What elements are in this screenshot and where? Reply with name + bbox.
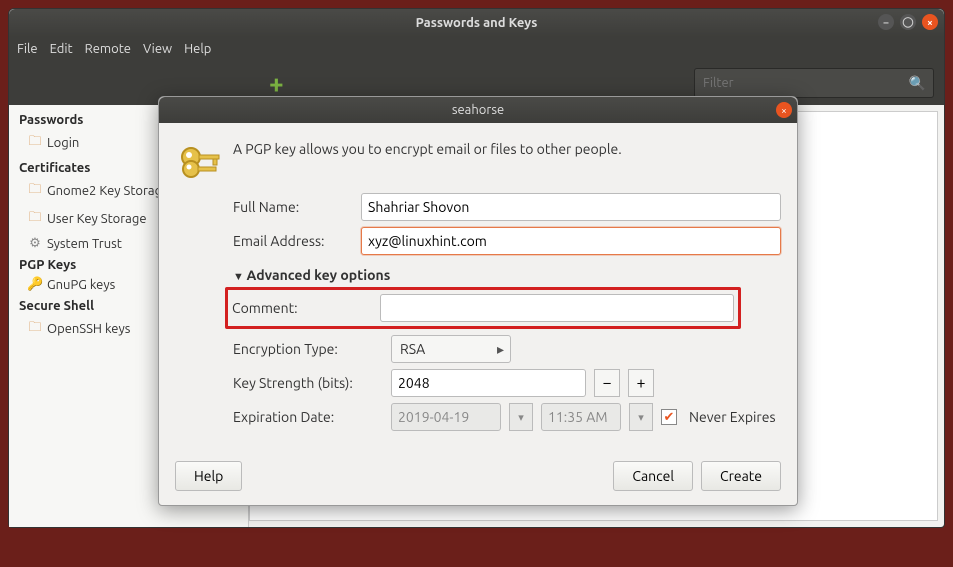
menu-help[interactable]: Help (184, 42, 211, 56)
expiration-label: Expiration Date: (233, 409, 383, 425)
full-name-label: Full Name: (233, 199, 353, 215)
never-expires-label: Never Expires (689, 409, 776, 425)
intro-row: A PGP key allows you to encrypt email or… (175, 137, 781, 185)
comment-highlight: Comment: (225, 287, 741, 329)
strength-decrement-button[interactable]: − (594, 369, 620, 397)
folder-icon: 🗀 (27, 180, 43, 202)
email-input[interactable] (361, 227, 781, 255)
help-button[interactable]: Help (175, 461, 242, 491)
encryption-type-select[interactable]: RSA (391, 335, 511, 363)
menu-view[interactable]: View (143, 42, 172, 56)
menu-file[interactable]: File (17, 42, 38, 56)
dialog-titlebar: seahorse × (159, 97, 797, 123)
folder-icon: 🗀 (27, 318, 43, 340)
advanced-section: Comment: Encryption Type: RSA Key Streng… (175, 287, 781, 431)
time-dropdown-button: ▾ (629, 403, 653, 431)
email-label: Email Address: (233, 233, 353, 249)
full-name-input[interactable] (361, 193, 781, 221)
cancel-button[interactable]: Cancel (613, 461, 693, 491)
dialog-actions: Help Cancel Create (159, 451, 797, 505)
comment-row: Comment: (232, 294, 734, 322)
never-expires-checkbox[interactable]: ✔ (661, 409, 677, 425)
close-button[interactable]: × (922, 14, 938, 30)
expiration-time-input (541, 403, 621, 431)
menu-edit[interactable]: Edit (50, 42, 73, 56)
maximize-button[interactable]: ◯ (900, 14, 916, 30)
menubar: File Edit Remote View Help (9, 37, 944, 61)
email-row: Email Address: (233, 227, 781, 255)
add-icon[interactable]: + (269, 69, 284, 98)
create-button[interactable]: Create (701, 461, 781, 491)
comment-label: Comment: (232, 300, 372, 316)
window-controls: – ◯ × (878, 14, 938, 30)
comment-input[interactable] (380, 294, 734, 322)
dialog-body: A PGP key allows you to encrypt email or… (159, 123, 797, 451)
folder-icon: 🗀 (27, 208, 43, 230)
main-titlebar: Passwords and Keys – ◯ × (9, 9, 944, 37)
dialog-title: seahorse (452, 103, 504, 117)
expiration-date-input (391, 403, 501, 431)
folder-icon: 🗀 (27, 132, 43, 154)
strength-increment-button[interactable]: + (628, 369, 654, 397)
key-strength-row: Key Strength (bits): − + (233, 369, 781, 397)
gear-icon: ⚙ (27, 236, 43, 251)
menu-remote[interactable]: Remote (85, 42, 131, 56)
expiration-row: Expiration Date: ▾ ▾ ✔ Never Expires (233, 403, 781, 431)
dialog-close-button[interactable]: × (776, 102, 792, 118)
window-title: Passwords and Keys (416, 16, 538, 30)
new-pgp-key-dialog: seahorse × A PGP key allows you to encry… (158, 96, 798, 506)
full-name-row: Full Name: (233, 193, 781, 221)
key-strength-label: Key Strength (bits): (233, 375, 383, 391)
intro-text: A PGP key allows you to encrypt email or… (233, 137, 622, 157)
encryption-type-row: Encryption Type: RSA (233, 335, 781, 363)
advanced-toggle[interactable]: Advanced key options (233, 267, 781, 283)
pgp-key-icon (175, 137, 223, 185)
encryption-type-label: Encryption Type: (233, 341, 383, 357)
filter-input[interactable] (694, 68, 934, 98)
key-icon: 🔑 (27, 277, 43, 292)
minimize-button[interactable]: – (878, 14, 894, 30)
search-icon: 🔍 (909, 75, 926, 92)
key-strength-input[interactable] (391, 369, 586, 397)
date-dropdown-button: ▾ (509, 403, 533, 431)
